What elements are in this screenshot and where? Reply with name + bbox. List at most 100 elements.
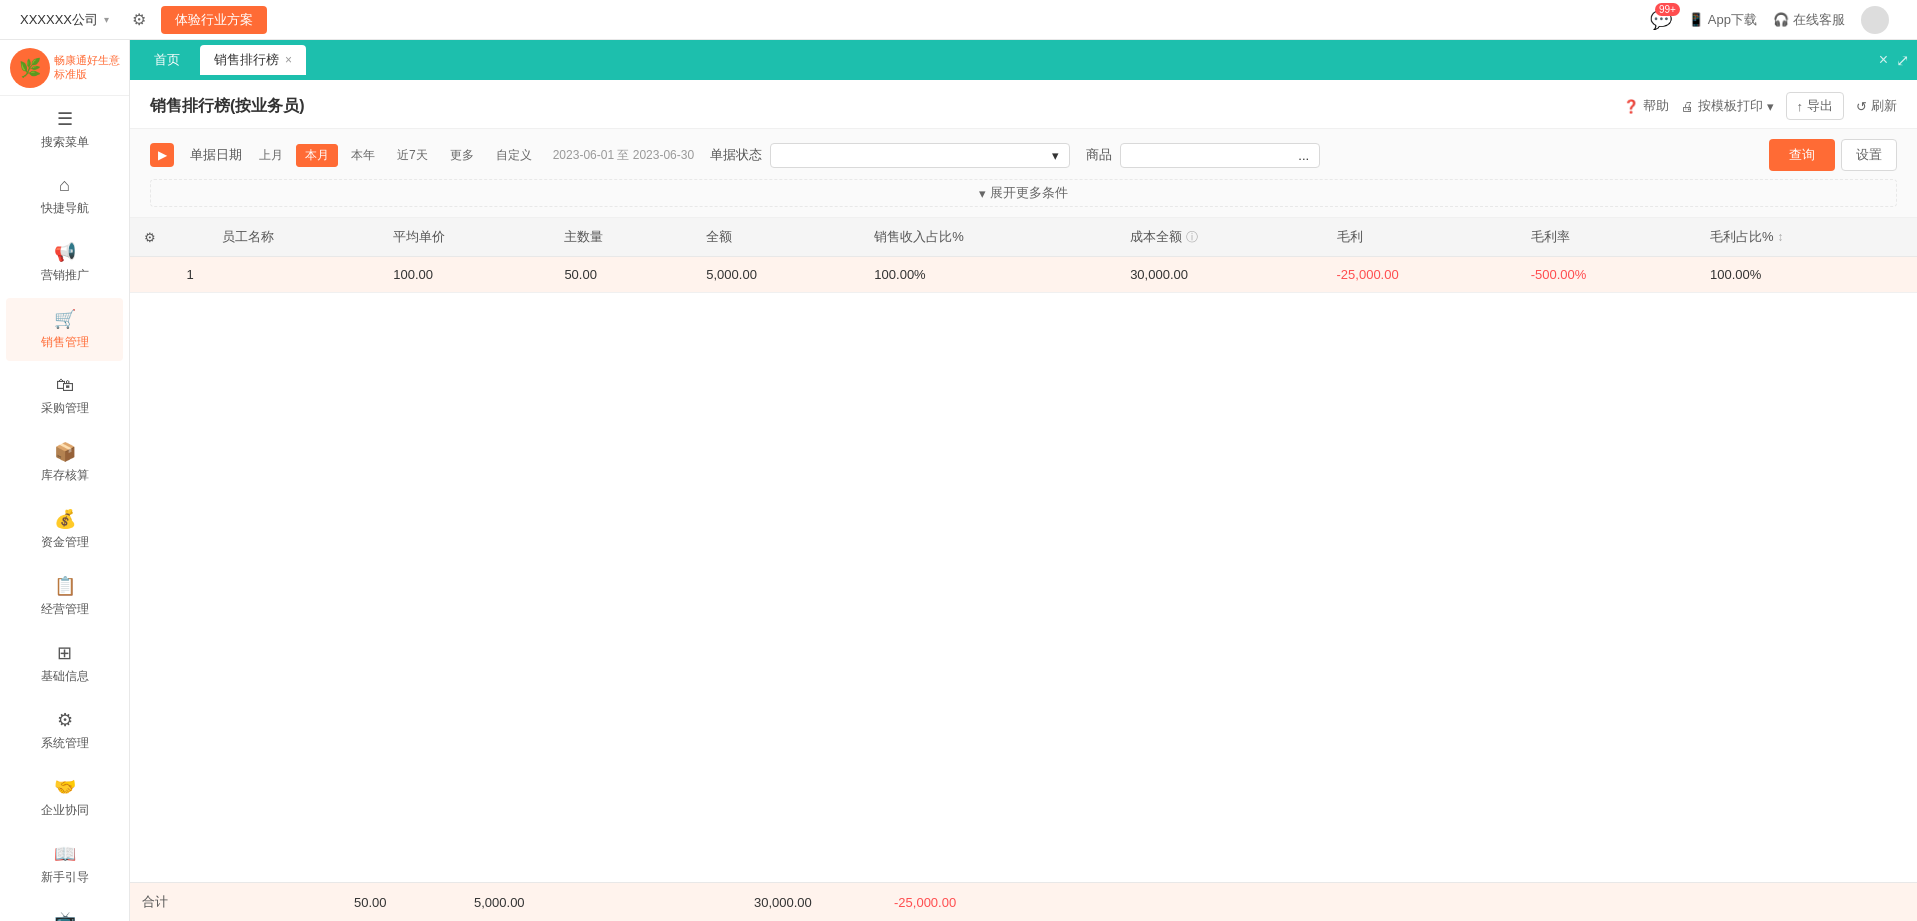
- sidebar-item-appstore[interactable]: 📺 应用中心: [6, 900, 123, 921]
- sales-icon: 🛒: [54, 308, 76, 330]
- settings-icon[interactable]: ⚙: [125, 6, 153, 34]
- export-button[interactable]: ↑ 导出: [1786, 92, 1845, 120]
- avatar[interactable]: [1861, 6, 1889, 34]
- sidebar-item-cooperation[interactable]: 🤝 企业协同: [6, 766, 123, 829]
- col-avg-price: 平均单价: [381, 218, 552, 257]
- status-select[interactable]: ▾: [770, 143, 1070, 168]
- page-content: 销售排行榜(按业务员) ❓ 帮助 🖨 按模板打印 ▾ ↑ 导出: [130, 80, 1917, 921]
- refresh-label: 刷新: [1871, 97, 1897, 115]
- sidebar-item-guide[interactable]: 📖 新手引导: [6, 833, 123, 896]
- export-icon: ↑: [1797, 99, 1804, 114]
- expand-down-icon: ▾: [979, 186, 986, 201]
- ranking-table: ⚙ 员工名称 平均单价 主数量 全额 销售收入占比% 成本全额 ⓘ 毛利: [130, 218, 1917, 293]
- message-icon[interactable]: 💬 99+: [1650, 9, 1672, 31]
- footer-cells: 50.00 5,000.00 30,000.00 -25,000.00: [222, 895, 1905, 910]
- table-header-row: ⚙ 员工名称 平均单价 主数量 全额 销售收入占比% 成本全额 ⓘ 毛利: [130, 218, 1917, 257]
- col-profit: 毛利: [1325, 218, 1519, 257]
- finance-icon: 💰: [54, 508, 76, 530]
- table-row: 1 100.00 50.00 5,000.00 100.00% 30,000.0…: [130, 257, 1917, 293]
- chevron-down-icon: ▾: [104, 14, 109, 25]
- marketing-icon: 📢: [54, 241, 76, 263]
- sidebar-item-marketing[interactable]: 📢 营销推广: [6, 231, 123, 294]
- sidebar-item-sales[interactable]: 🛒 销售管理: [6, 298, 123, 361]
- help-icon: ❓: [1623, 99, 1639, 114]
- search-order-icon: ☰: [57, 108, 73, 130]
- footer-total-label: 合计: [142, 893, 222, 911]
- home-icon: ⌂: [59, 175, 70, 196]
- date-btn-custom[interactable]: 自定义: [487, 144, 541, 167]
- table-footer: 合计 50.00 5,000.00 30,000.00 -25,000.00: [130, 882, 1917, 921]
- sidebar-item-operation[interactable]: 📋 经营管理: [6, 565, 123, 628]
- cell-profit-pct: 100.00%: [1698, 257, 1917, 293]
- print-button[interactable]: 🖨 按模板打印 ▾: [1681, 97, 1774, 115]
- page-title: 销售排行榜(按业务员): [150, 96, 305, 117]
- cell-profit-rate: -500.00%: [1519, 257, 1698, 293]
- cell-amount: 5,000.00: [694, 257, 862, 293]
- status-label: 单据状态: [710, 146, 762, 164]
- date-btn-this-year[interactable]: 本年: [342, 144, 384, 167]
- sidebar-item-quick-nav[interactable]: ⌂ 快捷导航: [6, 165, 123, 227]
- filter-date: 单据日期 上月 本月 本年 近7天 更多 自定义 2023-06-01 至 20…: [190, 144, 694, 167]
- footer-sales-pct: [602, 895, 742, 910]
- sidebar-item-system[interactable]: ⚙ 系统管理: [6, 699, 123, 762]
- col-settings[interactable]: ⚙: [130, 218, 170, 257]
- company-selector[interactable]: XXXXXX公司 ▾: [12, 7, 117, 33]
- trial-button[interactable]: 体验行业方案: [161, 6, 267, 34]
- help-button[interactable]: ❓ 帮助: [1623, 97, 1669, 115]
- sidebar-item-basic[interactable]: ⊞ 基础信息: [6, 632, 123, 695]
- expand-conditions-button[interactable]: ▾ 展开更多条件: [150, 179, 1897, 207]
- tab-sales-ranking[interactable]: 销售排行榜 ×: [200, 45, 306, 75]
- sidebar-item-inventory[interactable]: 📦 库存核算: [6, 431, 123, 494]
- sidebar-item-label: 库存核算: [41, 467, 89, 484]
- date-buttons: 上月 本月 本年 近7天 更多 自定义: [250, 144, 541, 167]
- sidebar-item-label: 经营管理: [41, 601, 89, 618]
- col-profit-rate: 毛利率: [1519, 218, 1698, 257]
- sidebar-item-label: 企业协同: [41, 802, 89, 819]
- filter-status: 单据状态 ▾: [710, 143, 1070, 168]
- filter-toggle-icon[interactable]: ▶: [150, 143, 174, 167]
- sidebar-item-finance[interactable]: 💰 资金管理: [6, 498, 123, 561]
- col-sales-pct: 销售收入占比%: [862, 218, 1118, 257]
- online-service[interactable]: 🎧 在线客服: [1773, 11, 1845, 29]
- window-close-icon[interactable]: ×: [1879, 51, 1888, 69]
- date-btn-last-month[interactable]: 上月: [250, 144, 292, 167]
- logo-text: 畅康通好生意 标准版: [54, 54, 120, 80]
- logo-icon: 🌿: [10, 48, 50, 88]
- service-label: 在线客服: [1793, 11, 1845, 29]
- cell-profit: -25,000.00: [1325, 257, 1519, 293]
- query-button[interactable]: 查询: [1769, 139, 1835, 171]
- company-name: XXXXXX公司: [20, 11, 98, 29]
- query-actions: 查询 设置: [1769, 139, 1897, 171]
- main-layout: 🌿 畅康通好生意 标准版 ☰ 搜索菜单 ⌂ 快捷导航 📢 营销推广 🛒 销售管理…: [0, 40, 1917, 921]
- export-label: 导出: [1807, 97, 1833, 115]
- profit-pct-info-icon: ↕: [1777, 230, 1783, 244]
- top-right-actions: 💬 99+ 📱 App下载 🎧 在线客服: [1650, 6, 1905, 34]
- tab-home[interactable]: 首页: [138, 45, 196, 75]
- cost-info-icon: ⓘ: [1186, 230, 1198, 244]
- refresh-icon: ↺: [1856, 99, 1867, 114]
- goods-select[interactable]: ...: [1120, 143, 1320, 168]
- tab-right-actions: × ⤢: [1879, 51, 1909, 70]
- operation-icon: 📋: [54, 575, 76, 597]
- headset-icon: 🎧: [1773, 12, 1789, 27]
- cell-avg-price: 100.00: [381, 257, 552, 293]
- tab-close-icon[interactable]: ×: [285, 53, 292, 67]
- sidebar-item-label: 新手引导: [41, 869, 89, 886]
- app-download[interactable]: 📱 App下载: [1688, 11, 1757, 29]
- date-range-display: 2023-06-01 至 2023-06-30: [553, 147, 694, 164]
- date-btn-7days[interactable]: 近7天: [388, 144, 437, 167]
- top-bar: XXXXXX公司 ▾ ⚙ 体验行业方案 💬 99+ 📱 App下载 🎧 在线客服: [0, 0, 1917, 40]
- refresh-button[interactable]: ↺ 刷新: [1856, 97, 1897, 115]
- window-expand-icon[interactable]: ⤢: [1896, 51, 1909, 70]
- tab-label: 销售排行榜: [214, 51, 279, 69]
- sidebar-item-label: 快捷导航: [41, 200, 89, 217]
- status-dropdown-icon: ▾: [1052, 148, 1059, 163]
- sidebar-item-search-order[interactable]: ☰ 搜索菜单: [6, 98, 123, 161]
- date-btn-this-month[interactable]: 本月: [296, 144, 338, 167]
- sidebar-item-purchase[interactable]: 🛍 采购管理: [6, 365, 123, 427]
- guide-icon: 📖: [54, 843, 76, 865]
- appstore-icon: 📺: [54, 910, 76, 921]
- print-icon: 🖨: [1681, 99, 1694, 114]
- date-btn-more[interactable]: 更多: [441, 144, 483, 167]
- table-settings-button[interactable]: 设置: [1841, 139, 1897, 171]
